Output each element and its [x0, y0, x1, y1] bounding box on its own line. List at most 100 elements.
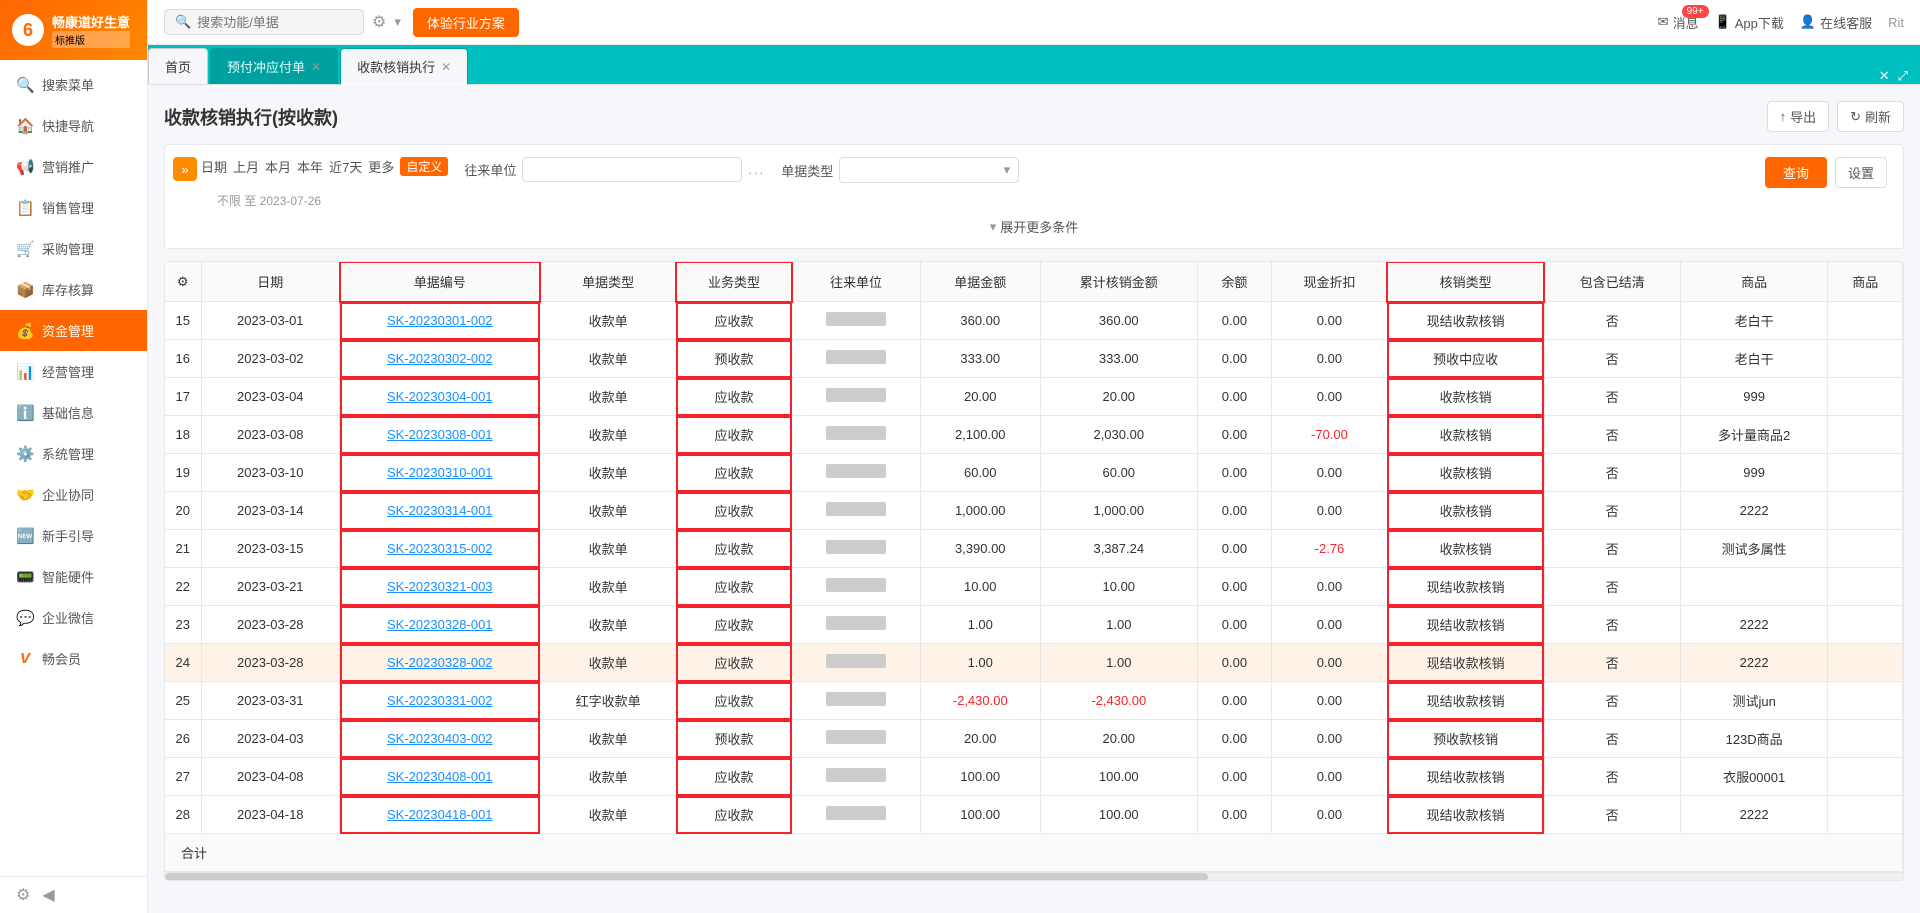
- cell-partner: [792, 682, 920, 720]
- user-name[interactable]: Rit: [1888, 15, 1904, 30]
- export-icon: ↑: [1780, 109, 1787, 124]
- cell-biz-type: 应收款: [676, 568, 792, 606]
- close-all-icon[interactable]: ✕: [1879, 68, 1890, 84]
- search-input[interactable]: [197, 15, 337, 30]
- tab-close-payable[interactable]: ✕: [311, 60, 321, 74]
- gear-icon[interactable]: ⚙: [372, 12, 386, 32]
- partner-filter: 往来单位 ...: [464, 157, 765, 182]
- cell-date: 2023-03-31: [201, 682, 340, 720]
- date-more[interactable]: 更多: [368, 157, 394, 176]
- doc-no-link[interactable]: SK-20230403-002: [387, 731, 493, 746]
- cell-product: 999: [1680, 454, 1828, 492]
- doc-no-link[interactable]: SK-20230315-002: [387, 541, 493, 556]
- filter-expand-btn[interactable]: »: [173, 157, 197, 181]
- footer-label: 合计: [165, 834, 1903, 872]
- doc-no-link[interactable]: SK-20230308-001: [387, 427, 493, 442]
- expand-tabs-icon[interactable]: ⤢: [1898, 68, 1908, 84]
- col-cash-discount: 现金折扣: [1272, 262, 1388, 302]
- collapse-icon[interactable]: ◀: [42, 885, 54, 905]
- doc-no-link[interactable]: SK-20230304-001: [387, 389, 493, 404]
- cell-cash-discount: 0.00: [1272, 682, 1388, 720]
- col-verify-type: 核销类型: [1387, 262, 1544, 302]
- sidebar-item-operation[interactable]: 📊 经营管理: [0, 351, 147, 392]
- filter-action-buttons: 查询 设置: [1765, 157, 1887, 188]
- solution-button[interactable]: 体验行业方案: [413, 8, 519, 37]
- app-download-action[interactable]: 📱 App下载: [1715, 13, 1784, 32]
- doc-no-link[interactable]: SK-20230321-003: [387, 579, 493, 594]
- cell-partner: [792, 758, 920, 796]
- sidebar-bottom: ⚙ ◀: [0, 876, 147, 913]
- date-7days[interactable]: 近7天: [329, 157, 362, 176]
- tab-close-collection[interactable]: ✕: [441, 60, 451, 74]
- messages-action[interactable]: ✉ 消息 99+: [1658, 13, 1699, 32]
- export-button[interactable]: ↑ 导出: [1767, 101, 1830, 132]
- cell-date: 2023-03-02: [201, 340, 340, 378]
- cell-cash-discount: 0.00: [1272, 378, 1388, 416]
- tab-collection[interactable]: 收款核销执行 ✕: [340, 48, 468, 85]
- cell-product2: [1828, 302, 1903, 340]
- inventory-icon: 📦: [16, 281, 34, 299]
- doc-no-link[interactable]: SK-20230314-001: [387, 503, 493, 518]
- cell-product2: [1828, 682, 1903, 720]
- sidebar-nav: 🔍 搜索菜单 🏠 快捷导航 📢 营销推广 📋 销售管理 🛒 采购管理 📦 库存核…: [0, 60, 147, 876]
- cell-doc-no: SK-20230328-002: [340, 644, 540, 682]
- tab-home[interactable]: 首页: [148, 48, 208, 84]
- col-date: 日期: [201, 262, 340, 302]
- sidebar-item-basic[interactable]: ℹ️ 基础信息: [0, 392, 147, 433]
- doc-no-link[interactable]: SK-20230328-002: [387, 655, 493, 670]
- table-scrollbar[interactable]: [165, 872, 1903, 880]
- date-prev-month[interactable]: 上月: [233, 157, 259, 176]
- doc-no-link[interactable]: SK-20230418-001: [387, 807, 493, 822]
- search-wrap[interactable]: 🔍: [164, 9, 364, 35]
- sidebar-item-sales[interactable]: 📋 销售管理: [0, 187, 147, 228]
- partner-dots[interactable]: ...: [748, 162, 765, 177]
- cell-partner: [792, 492, 920, 530]
- cell-doc-type: 收款单: [540, 454, 676, 492]
- sidebar-item-quicknav[interactable]: 🏠 快捷导航: [0, 105, 147, 146]
- expand-more-btn[interactable]: ▾ 展开更多条件: [181, 217, 1887, 236]
- cell-biz-type: 应收款: [676, 416, 792, 454]
- sidebar-item-hardware[interactable]: 📟 智能硬件: [0, 556, 147, 597]
- cell-product: 2222: [1680, 492, 1828, 530]
- date-this-year[interactable]: 本年: [297, 157, 323, 176]
- doc-no-link[interactable]: SK-20230310-001: [387, 465, 493, 480]
- sidebar-item-search[interactable]: 🔍 搜索菜单: [0, 64, 147, 105]
- doc-no-link[interactable]: SK-20230302-002: [387, 351, 493, 366]
- sidebar-item-guide[interactable]: 🆕 新手引导: [0, 515, 147, 556]
- doc-no-link[interactable]: SK-20230301-002: [387, 313, 493, 328]
- cell-no: 15: [165, 302, 201, 340]
- sidebar-item-purchase[interactable]: 🛒 采购管理: [0, 228, 147, 269]
- scrollbar-thumb[interactable]: [165, 873, 1208, 881]
- cell-amount: -2,430.00: [920, 682, 1040, 720]
- sidebar-item-member[interactable]: V 畅会员: [0, 638, 147, 679]
- date-custom[interactable]: 自定义: [400, 157, 448, 176]
- col-settings[interactable]: ⚙: [165, 262, 201, 302]
- sidebar-item-system[interactable]: ⚙️ 系统管理: [0, 433, 147, 474]
- query-button[interactable]: 查询: [1765, 157, 1827, 188]
- settings-bottom-icon[interactable]: ⚙: [16, 885, 30, 905]
- hardware-icon: 📟: [16, 568, 34, 586]
- sidebar-item-inventory[interactable]: 📦 库存核算: [0, 269, 147, 310]
- sidebar-item-corp[interactable]: 🤝 企业协同: [0, 474, 147, 515]
- sidebar-item-wechat[interactable]: 💬 企业微信: [0, 597, 147, 638]
- logo-text: 畅康道好生意 标推版: [52, 12, 130, 48]
- doc-no-link[interactable]: SK-20230408-001: [387, 769, 493, 784]
- cell-balance: 0.00: [1197, 454, 1271, 492]
- sidebar-item-marketing[interactable]: 📢 营销推广: [0, 146, 147, 187]
- refresh-button[interactable]: ↻ 刷新: [1837, 101, 1904, 132]
- cell-amount: 2,100.00: [920, 416, 1040, 454]
- cell-product: 老白干: [1680, 340, 1828, 378]
- online-service-action[interactable]: 👤 在线客服: [1800, 13, 1872, 32]
- doc-no-link[interactable]: SK-20230328-001: [387, 617, 493, 632]
- doctype-select[interactable]: ▾: [839, 157, 1019, 183]
- partner-blurred: [826, 350, 886, 364]
- sidebar-item-finance[interactable]: 💰 资金管理: [0, 310, 147, 351]
- cell-amount: 10.00: [920, 568, 1040, 606]
- tab-payable[interactable]: 预付冲应付单 ✕: [210, 48, 338, 84]
- doc-no-link[interactable]: SK-20230331-002: [387, 693, 493, 708]
- partner-blurred: [826, 426, 886, 440]
- date-this-month[interactable]: 本月: [265, 157, 291, 176]
- col-product2: 商品: [1828, 262, 1903, 302]
- setting-button[interactable]: 设置: [1835, 157, 1887, 188]
- partner-input[interactable]: [522, 157, 742, 182]
